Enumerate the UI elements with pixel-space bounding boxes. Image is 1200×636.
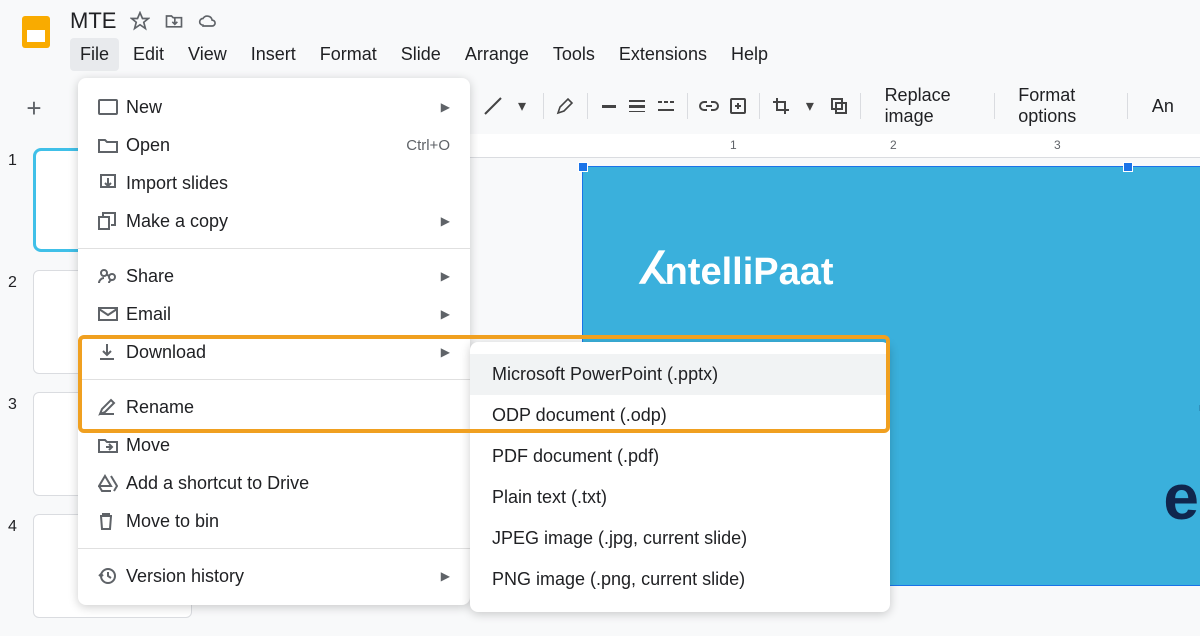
crop-icon[interactable] [770, 90, 793, 122]
download-odp[interactable]: ODP document (.odp) [470, 395, 890, 436]
menu-file[interactable]: File [70, 38, 119, 71]
download-png[interactable]: PNG image (.png, current slide) [470, 559, 890, 600]
resize-handle[interactable] [1123, 162, 1133, 172]
move-folder-icon[interactable] [164, 11, 184, 31]
menu-tools[interactable]: Tools [543, 38, 605, 71]
menu-insert[interactable]: Insert [241, 38, 306, 71]
menubar: File Edit View Insert Format Slide Arran… [70, 38, 1184, 71]
slide-logo-text: ⵃntelliPaat [639, 243, 834, 294]
file-menu-dropdown: New ▶ Open Ctrl+O Import slides Make a c… [78, 78, 470, 605]
border-weight-icon[interactable] [626, 90, 649, 122]
dropdown-arrow-icon[interactable]: ▾ [511, 90, 534, 122]
folder-icon [98, 134, 126, 156]
menu-import-slides[interactable]: Import slides [78, 164, 470, 202]
download-jpeg[interactable]: JPEG image (.jpg, current slide) [470, 518, 890, 559]
email-icon [98, 303, 126, 325]
menu-add-shortcut[interactable]: Add a shortcut to Drive [78, 464, 470, 502]
menu-move[interactable]: Move [78, 426, 470, 464]
add-slide-button[interactable]: + [18, 92, 50, 124]
star-icon[interactable] [130, 11, 150, 31]
border-color-icon[interactable] [597, 90, 620, 122]
resize-handle[interactable] [578, 162, 588, 172]
submenu-arrow-icon: ▶ [441, 307, 450, 321]
menu-view[interactable]: View [178, 38, 237, 71]
animation-button[interactable]: An [1138, 96, 1188, 117]
download-txt[interactable]: Plain text (.txt) [470, 477, 890, 518]
submenu-arrow-icon: ▶ [441, 214, 450, 228]
thumb-number: 1 [8, 148, 25, 170]
thumb-number: 4 [8, 514, 25, 536]
replace-image-button[interactable]: Replace image [871, 85, 984, 127]
border-dash-icon[interactable] [655, 90, 678, 122]
download-pptx[interactable]: Microsoft PowerPoint (.pptx) [470, 354, 890, 395]
menu-make-copy[interactable]: Make a copy ▶ [78, 202, 470, 240]
submenu-arrow-icon: ▶ [441, 269, 450, 283]
submenu-arrow-icon: ▶ [441, 569, 450, 583]
share-icon [98, 265, 126, 287]
mask-icon[interactable] [827, 90, 850, 122]
download-submenu: Microsoft PowerPoint (.pptx) ODP documen… [470, 342, 890, 612]
menu-arrange[interactable]: Arrange [455, 38, 539, 71]
edit-icon[interactable] [554, 90, 577, 122]
line-tool-icon[interactable] [482, 90, 505, 122]
thumb-number: 2 [8, 270, 25, 292]
rename-icon [98, 396, 126, 418]
menu-version-history[interactable]: Version history ▶ [78, 557, 470, 595]
ruler: 1 2 3 [470, 134, 1200, 158]
menu-extensions[interactable]: Extensions [609, 38, 717, 71]
menu-move-to-bin[interactable]: Move to bin [78, 502, 470, 540]
download-pdf[interactable]: PDF document (.pdf) [470, 436, 890, 477]
dropdown-arrow-icon[interactable]: ▾ [799, 90, 822, 122]
import-icon [98, 172, 126, 194]
menu-open[interactable]: Open Ctrl+O [78, 126, 470, 164]
menu-format[interactable]: Format [310, 38, 387, 71]
menu-new[interactable]: New ▶ [78, 88, 470, 126]
menu-rename[interactable]: Rename [78, 388, 470, 426]
slide-title-text: t Roles in e Learning [907, 377, 1200, 537]
move-icon [98, 434, 126, 456]
menu-share[interactable]: Share ▶ [78, 257, 470, 295]
toolbar: ▾ ▾ Replace image Format options An [470, 78, 1200, 134]
menu-download[interactable]: Download ▶ [78, 333, 470, 371]
drive-shortcut-icon [98, 472, 126, 494]
menu-slide[interactable]: Slide [391, 38, 451, 71]
format-options-button[interactable]: Format options [1004, 85, 1117, 127]
thumb-number: 3 [8, 392, 25, 414]
history-icon [98, 565, 126, 587]
new-icon [98, 96, 126, 118]
copy-icon [98, 210, 126, 232]
menu-email[interactable]: Email ▶ [78, 295, 470, 333]
cloud-status-icon[interactable] [198, 11, 218, 31]
trash-icon [98, 510, 126, 532]
link-icon[interactable] [698, 90, 721, 122]
comment-icon[interactable] [727, 90, 750, 122]
download-icon [98, 341, 126, 363]
menu-edit[interactable]: Edit [123, 38, 174, 71]
submenu-arrow-icon: ▶ [441, 345, 450, 359]
app-logo[interactable] [16, 12, 56, 52]
submenu-arrow-icon: ▶ [441, 100, 450, 114]
menu-help[interactable]: Help [721, 38, 778, 71]
doc-title[interactable]: MTE [70, 8, 116, 34]
